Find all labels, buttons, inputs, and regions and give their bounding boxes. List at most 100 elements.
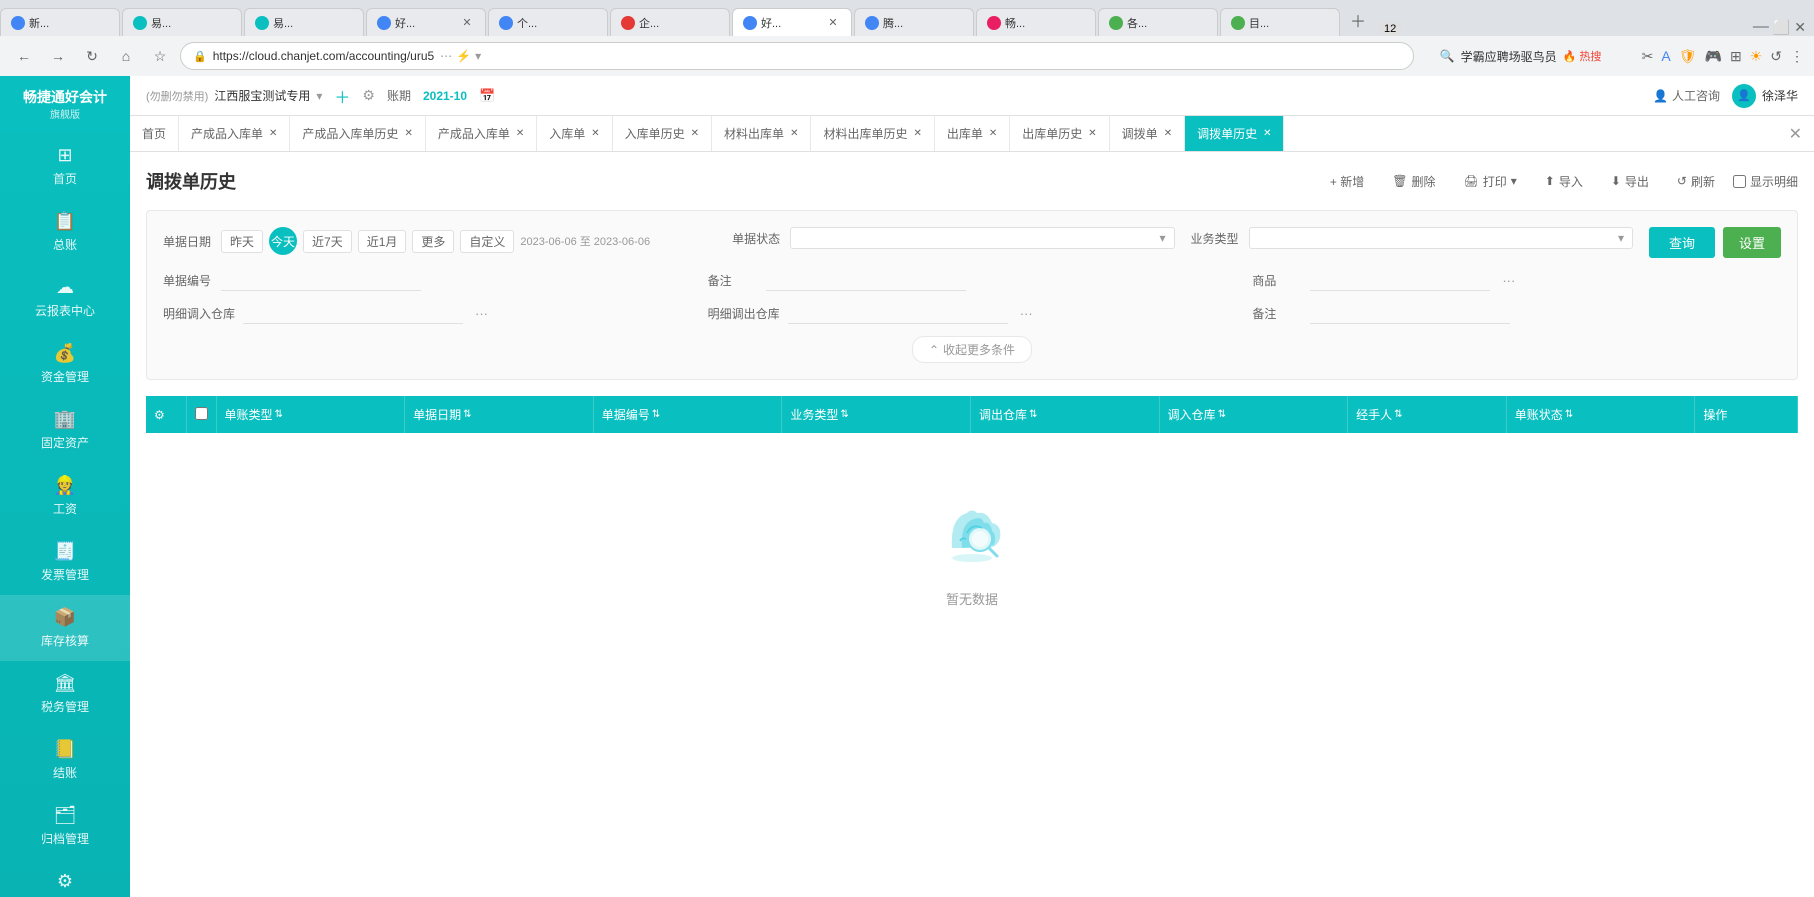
- new-tab-button[interactable]: ＋: [1342, 4, 1374, 36]
- close-icon[interactable]: ✕: [825, 15, 841, 31]
- display-detail-toggle[interactable]: 显示明细: [1733, 173, 1798, 190]
- tab-stock-in-history[interactable]: 入库单历史 ✕: [613, 116, 712, 152]
- tab-finished-goods-in2[interactable]: 产成品入库单 ✕: [426, 116, 537, 152]
- translate-icon[interactable]: A: [1661, 48, 1670, 65]
- custom-date-button[interactable]: 自定义: [460, 230, 514, 253]
- forward-button[interactable]: →: [44, 42, 72, 70]
- close-icon[interactable]: ✕: [459, 15, 475, 31]
- close-all-tabs-button[interactable]: ✕: [1777, 124, 1814, 144]
- sidebar-item-tax[interactable]: 🏛 税务管理: [0, 661, 130, 727]
- sidebar-item-settings[interactable]: ⚙ 基础设置: [0, 859, 130, 897]
- browser-search[interactable]: 🔍 学霸应聘场驱鸟员 🔥 热搜: [1428, 42, 1628, 70]
- settings-column[interactable]: ⚙: [146, 396, 186, 433]
- biz-type-select[interactable]: ▾: [1249, 227, 1633, 249]
- sidebar-item-archive[interactable]: 🗂 归档管理: [0, 793, 130, 859]
- sun-icon[interactable]: ☀: [1750, 48, 1763, 65]
- tab-finished-goods-in[interactable]: 产成品入库单 ✕: [179, 116, 290, 152]
- close-icon[interactable]: ✕: [269, 128, 277, 139]
- col-handler[interactable]: 经手人 ⇅: [1348, 396, 1507, 433]
- more-icon[interactable]: ···: [475, 306, 488, 321]
- gear-icon[interactable]: ⚙: [362, 87, 375, 104]
- company-selector[interactable]: (勿删勿禁用) 江西服宝测试专用 ▾: [146, 87, 322, 104]
- game-icon[interactable]: 🎮: [1705, 48, 1722, 65]
- home-button[interactable]: ⌂: [112, 42, 140, 70]
- minimize-icon[interactable]: —: [1753, 18, 1769, 36]
- today-button[interactable]: 今天: [269, 227, 297, 255]
- col-doc-type[interactable]: 单账类型 ⇅: [216, 396, 405, 433]
- yesterday-button[interactable]: 昨天: [221, 230, 263, 253]
- export-button[interactable]: ⬇ 导出: [1601, 169, 1659, 194]
- browser-tab-1[interactable]: 新...: [0, 8, 120, 36]
- browser-tab-6[interactable]: 企...: [610, 8, 730, 36]
- close-icon[interactable]: ✕: [516, 128, 524, 139]
- browser-tab-4[interactable]: 好... ✕: [366, 8, 486, 36]
- browser-tab-9[interactable]: 畅...: [976, 8, 1096, 36]
- refresh-button[interactable]: ↺ 刷新: [1667, 169, 1725, 194]
- tab-transfer-history[interactable]: 调拨单历史 ✕: [1185, 116, 1284, 152]
- browser-tab-2[interactable]: 易...: [122, 8, 242, 36]
- doc-number-input[interactable]: [221, 270, 421, 291]
- week-button[interactable]: 近7天: [303, 230, 352, 253]
- browser-tab-8[interactable]: 腾...: [854, 8, 974, 36]
- sidebar-item-ledger[interactable]: 📋 总账: [0, 199, 130, 265]
- sidebar-item-cloud-reports[interactable]: ☁ 云报表中心: [0, 265, 130, 331]
- sidebar-item-inventory[interactable]: 📦 库存核算: [0, 595, 130, 661]
- grid-icon[interactable]: ⊞: [1730, 48, 1742, 65]
- month-button[interactable]: 近1月: [358, 230, 407, 253]
- delete-button[interactable]: 🗑 删除: [1382, 169, 1445, 194]
- calendar-icon[interactable]: 📅: [479, 88, 495, 104]
- tab-finished-goods-in-history[interactable]: 产成品入库单历史 ✕: [290, 116, 425, 152]
- sidebar-item-fixed-assets[interactable]: 🏢 固定资产: [0, 397, 130, 463]
- shield-icon[interactable]: 🛡: [1679, 48, 1697, 65]
- tab-transfer[interactable]: 调拨单 ✕: [1110, 116, 1185, 152]
- more-icon[interactable]: ···: [1502, 273, 1515, 288]
- detail-out-input[interactable]: [788, 303, 1008, 324]
- tab-material-out-history[interactable]: 材料出库单历史 ✕: [811, 116, 934, 152]
- col-transfer-in[interactable]: 调入仓库 ⇅: [1159, 396, 1348, 433]
- col-doc-number[interactable]: 单据编号 ⇅: [593, 396, 782, 433]
- tab-stock-out-history[interactable]: 出库单历史 ✕: [1010, 116, 1109, 152]
- service-button[interactable]: 👤 人工咨询: [1653, 87, 1720, 104]
- scissors-icon[interactable]: ✂: [1642, 48, 1654, 65]
- tab-material-out[interactable]: 材料出库单 ✕: [712, 116, 811, 152]
- browser-tab-5[interactable]: 个...: [488, 8, 608, 36]
- url-bar[interactable]: 🔒 https://cloud.chanjet.com/accounting/u…: [180, 42, 1414, 70]
- add-company-icon[interactable]: ＋: [334, 84, 350, 108]
- refresh-browser-button[interactable]: ↻: [78, 42, 106, 70]
- col-biz-type[interactable]: 业务类型 ⇅: [782, 396, 971, 433]
- browser-tab-3[interactable]: 易...: [244, 8, 364, 36]
- more-date-button[interactable]: 更多: [412, 230, 454, 253]
- close-window-icon[interactable]: ✕: [1794, 19, 1806, 36]
- detail-in-input[interactable]: [243, 303, 463, 324]
- col-doc-date[interactable]: 单据日期 ⇅: [405, 396, 594, 433]
- collapse-button[interactable]: ⌃ 收起更多条件: [912, 336, 1032, 363]
- maximize-icon[interactable]: ⬜: [1773, 19, 1790, 36]
- sidebar-item-capital[interactable]: 💰 资金管理: [0, 331, 130, 397]
- close-icon[interactable]: ✕: [913, 128, 921, 139]
- more-icon[interactable]: ···: [1020, 306, 1033, 321]
- query-button[interactable]: 查询: [1649, 227, 1715, 258]
- browser-tab-7[interactable]: 好... ✕: [732, 8, 852, 36]
- sidebar-item-invoice[interactable]: 🧾 发票管理: [0, 529, 130, 595]
- close-icon[interactable]: ✕: [591, 128, 599, 139]
- tab-stock-out[interactable]: 出库单 ✕: [935, 116, 1010, 152]
- close-icon[interactable]: ✕: [691, 128, 699, 139]
- new-button[interactable]: + 新增: [1320, 169, 1374, 194]
- sidebar-item-home[interactable]: ⊞ 首页: [0, 133, 130, 199]
- print-button[interactable]: 🖨 打印 ▾: [1453, 169, 1526, 194]
- goods-input[interactable]: [1310, 270, 1490, 291]
- close-icon[interactable]: ✕: [1263, 128, 1271, 139]
- user-info[interactable]: 👤 徐泽华: [1732, 84, 1798, 108]
- bookmark-button[interactable]: ☆: [146, 42, 174, 70]
- close-icon[interactable]: ✕: [1164, 128, 1172, 139]
- status-select[interactable]: ▾: [790, 227, 1174, 249]
- close-icon[interactable]: ✕: [404, 128, 412, 139]
- close-icon[interactable]: ✕: [989, 128, 997, 139]
- browser-tab-10[interactable]: 各...: [1098, 8, 1218, 36]
- sidebar-item-salary[interactable]: 👷 工资: [0, 463, 130, 529]
- select-all-checkbox[interactable]: [195, 407, 208, 420]
- browser-tab-11[interactable]: 目...: [1220, 8, 1340, 36]
- back-button[interactable]: ←: [10, 42, 38, 70]
- close-icon[interactable]: ✕: [790, 128, 798, 139]
- tab-stock-in[interactable]: 入库单 ✕: [537, 116, 612, 152]
